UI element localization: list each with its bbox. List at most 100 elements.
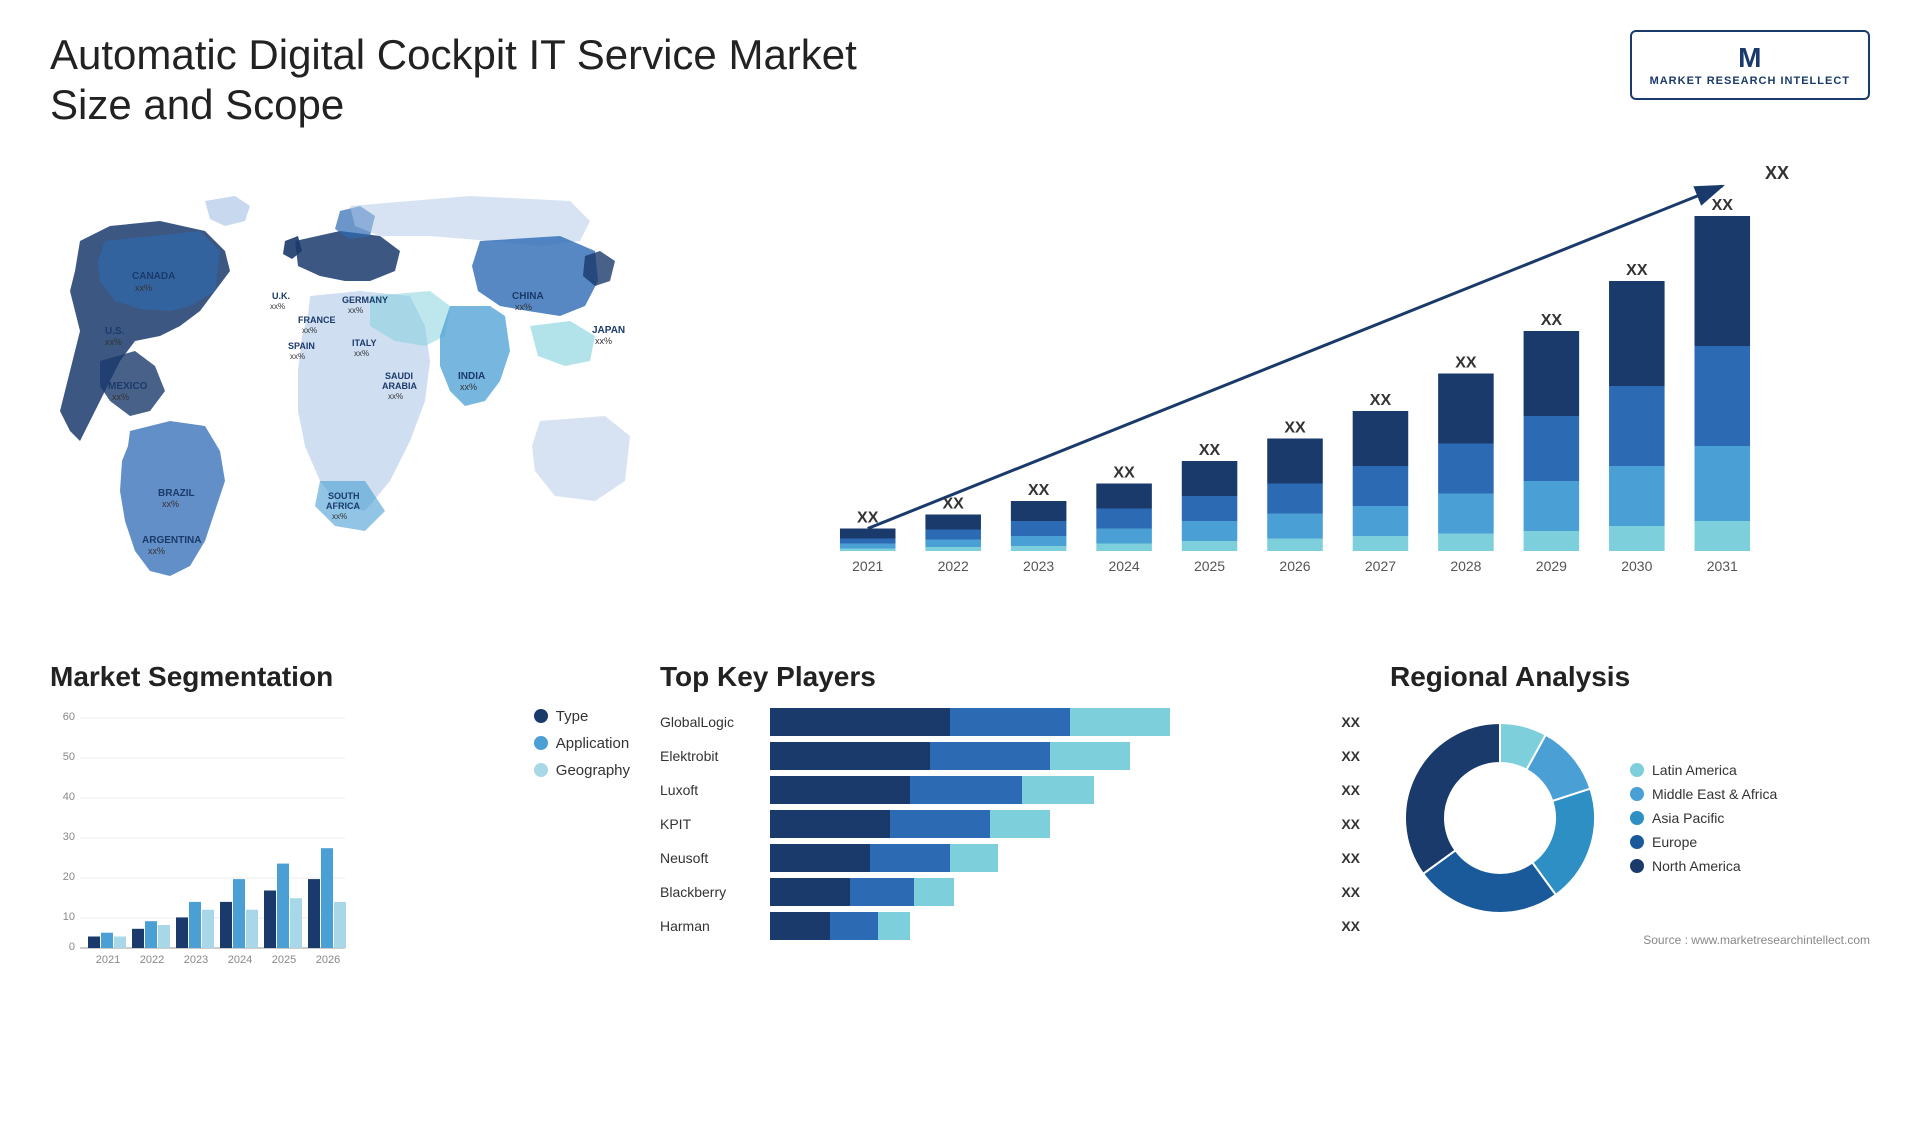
donut-dot	[1630, 763, 1644, 777]
donut-legend-item: Europe	[1630, 834, 1777, 850]
player-bar-segment	[770, 742, 930, 770]
player-bar	[770, 878, 1325, 906]
svg-text:2026: 2026	[316, 954, 340, 966]
svg-text:XX: XX	[943, 495, 965, 512]
svg-text:xx%: xx%	[354, 349, 369, 358]
svg-text:2024: 2024	[1109, 558, 1140, 574]
svg-text:xx%: xx%	[290, 352, 305, 361]
donut-legend: Latin AmericaMiddle East & AfricaAsia Pa…	[1630, 762, 1777, 874]
svg-text:xx%: xx%	[348, 306, 363, 315]
svg-text:2021: 2021	[96, 954, 120, 966]
player-name: Neusoft	[660, 850, 760, 866]
players-section: Top Key Players GlobalLogicXXElektrobitX…	[660, 651, 1360, 983]
svg-text:SAUDI: SAUDI	[385, 371, 413, 381]
svg-text:0: 0	[69, 941, 75, 953]
donut-legend-item: North America	[1630, 858, 1777, 874]
player-bar-segment	[770, 844, 870, 872]
logo-text: MARKET RESEARCH INTELLECT	[1650, 74, 1850, 88]
map-section: CANADA xx% U.S. xx% MEXICO xx% BRAZIL xx…	[50, 151, 700, 631]
player-row: Neusoft XX	[660, 844, 1360, 872]
svg-text:40: 40	[63, 791, 75, 803]
svg-text:xx%: xx%	[332, 512, 347, 521]
donut-dot	[1630, 859, 1644, 873]
player-bar-inner	[770, 878, 1325, 906]
svg-text:2025: 2025	[1194, 558, 1225, 574]
svg-text:XX: XX	[1028, 482, 1050, 499]
player-bar-segment	[990, 810, 1050, 838]
svg-text:2022: 2022	[140, 954, 164, 966]
svg-text:XX: XX	[1712, 197, 1734, 214]
bar-chart: XX2021XX2022XX2023XX2024XX2025XX2026XX20…	[740, 161, 1870, 591]
player-row: KPITXX	[660, 810, 1360, 838]
svg-text:XX: XX	[1455, 354, 1477, 371]
source-text: Source : www.marketresearchintellect.com	[1390, 933, 1870, 947]
logo: M MARKET RESEARCH INTELLECT	[1630, 30, 1870, 100]
svg-text:2030: 2030	[1621, 558, 1652, 574]
svg-text:xx%: xx%	[515, 302, 532, 312]
legend-geo-dot	[534, 763, 548, 777]
donut-wrap: Latin AmericaMiddle East & AfricaAsia Pa…	[1390, 708, 1870, 928]
svg-text:SOUTH: SOUTH	[328, 491, 360, 501]
player-row: Harman XX	[660, 912, 1360, 940]
player-bar-segment	[770, 912, 830, 940]
player-bar	[770, 776, 1325, 804]
players-list: GlobalLogicXXElektrobitXXLuxoftXXKPITXXN…	[660, 708, 1360, 940]
player-name: GlobalLogic	[660, 714, 760, 730]
svg-text:MEXICO: MEXICO	[108, 381, 148, 392]
player-bar-segment	[950, 708, 1070, 736]
svg-text:XX: XX	[1626, 262, 1648, 279]
player-xx-label: XX	[1341, 748, 1360, 764]
page-container: Automatic Digital Cockpit IT Service Mar…	[0, 0, 1920, 1146]
legend-type: Type	[534, 708, 630, 725]
player-bar-segment	[770, 878, 850, 906]
player-name: Luxoft	[660, 782, 760, 798]
svg-text:ARABIA: ARABIA	[382, 381, 417, 391]
player-bar-segment	[890, 810, 990, 838]
svg-text:2029: 2029	[1536, 558, 1567, 574]
player-bar	[770, 742, 1325, 770]
player-xx-label: XX	[1341, 850, 1360, 866]
player-bar-inner	[770, 742, 1325, 770]
player-bar-inner	[770, 810, 1325, 838]
legend-app-label: Application	[556, 735, 629, 752]
header: Automatic Digital Cockpit IT Service Mar…	[50, 30, 1870, 131]
player-bar	[770, 708, 1325, 736]
donut-dot	[1630, 811, 1644, 825]
regional-section: Regional Analysis Latin AmericaMiddle Ea…	[1390, 651, 1870, 983]
player-xx-label: XX	[1341, 884, 1360, 900]
svg-text:xx%: xx%	[135, 283, 152, 293]
player-name: Harman	[660, 918, 760, 934]
player-row: BlackberryXX	[660, 878, 1360, 906]
donut-legend-label: North America	[1652, 858, 1741, 874]
svg-text:xx%: xx%	[148, 546, 165, 556]
donut-dot	[1630, 835, 1644, 849]
svg-text:FRANCE: FRANCE	[298, 315, 336, 325]
player-xx-label: XX	[1341, 714, 1360, 730]
donut-legend-label: Asia Pacific	[1652, 810, 1724, 826]
svg-text:xx%: xx%	[595, 336, 612, 346]
player-bar-inner	[770, 912, 1325, 940]
svg-text:10: 10	[63, 911, 75, 923]
page-title: Automatic Digital Cockpit IT Service Mar…	[50, 30, 950, 131]
svg-text:2023: 2023	[1023, 558, 1054, 574]
segmentation-title: Market Segmentation	[50, 661, 630, 693]
player-xx-label: XX	[1341, 918, 1360, 934]
svg-text:xx%: xx%	[270, 302, 285, 311]
legend-application: Application	[534, 735, 630, 752]
player-bar	[770, 810, 1325, 838]
player-row: ElektrobitXX	[660, 742, 1360, 770]
seg-legend: Type Application Geography	[514, 708, 630, 779]
player-bar-inner	[770, 844, 1325, 872]
svg-text:50: 50	[63, 751, 75, 763]
player-bar-inner	[770, 776, 1325, 804]
regional-title: Regional Analysis	[1390, 661, 1870, 693]
player-bar-segment	[910, 776, 1022, 804]
svg-text:ARGENTINA: ARGENTINA	[142, 535, 201, 546]
player-bar-segment	[770, 776, 910, 804]
bottom-grid: Market Segmentation 60 50 40 30 20 10 0	[50, 651, 1870, 983]
player-bar-segment	[950, 844, 998, 872]
svg-text:BRAZIL: BRAZIL	[158, 488, 195, 499]
player-row: GlobalLogic XX	[660, 708, 1360, 736]
player-bar	[770, 912, 1325, 940]
svg-text:xx%: xx%	[302, 326, 317, 335]
